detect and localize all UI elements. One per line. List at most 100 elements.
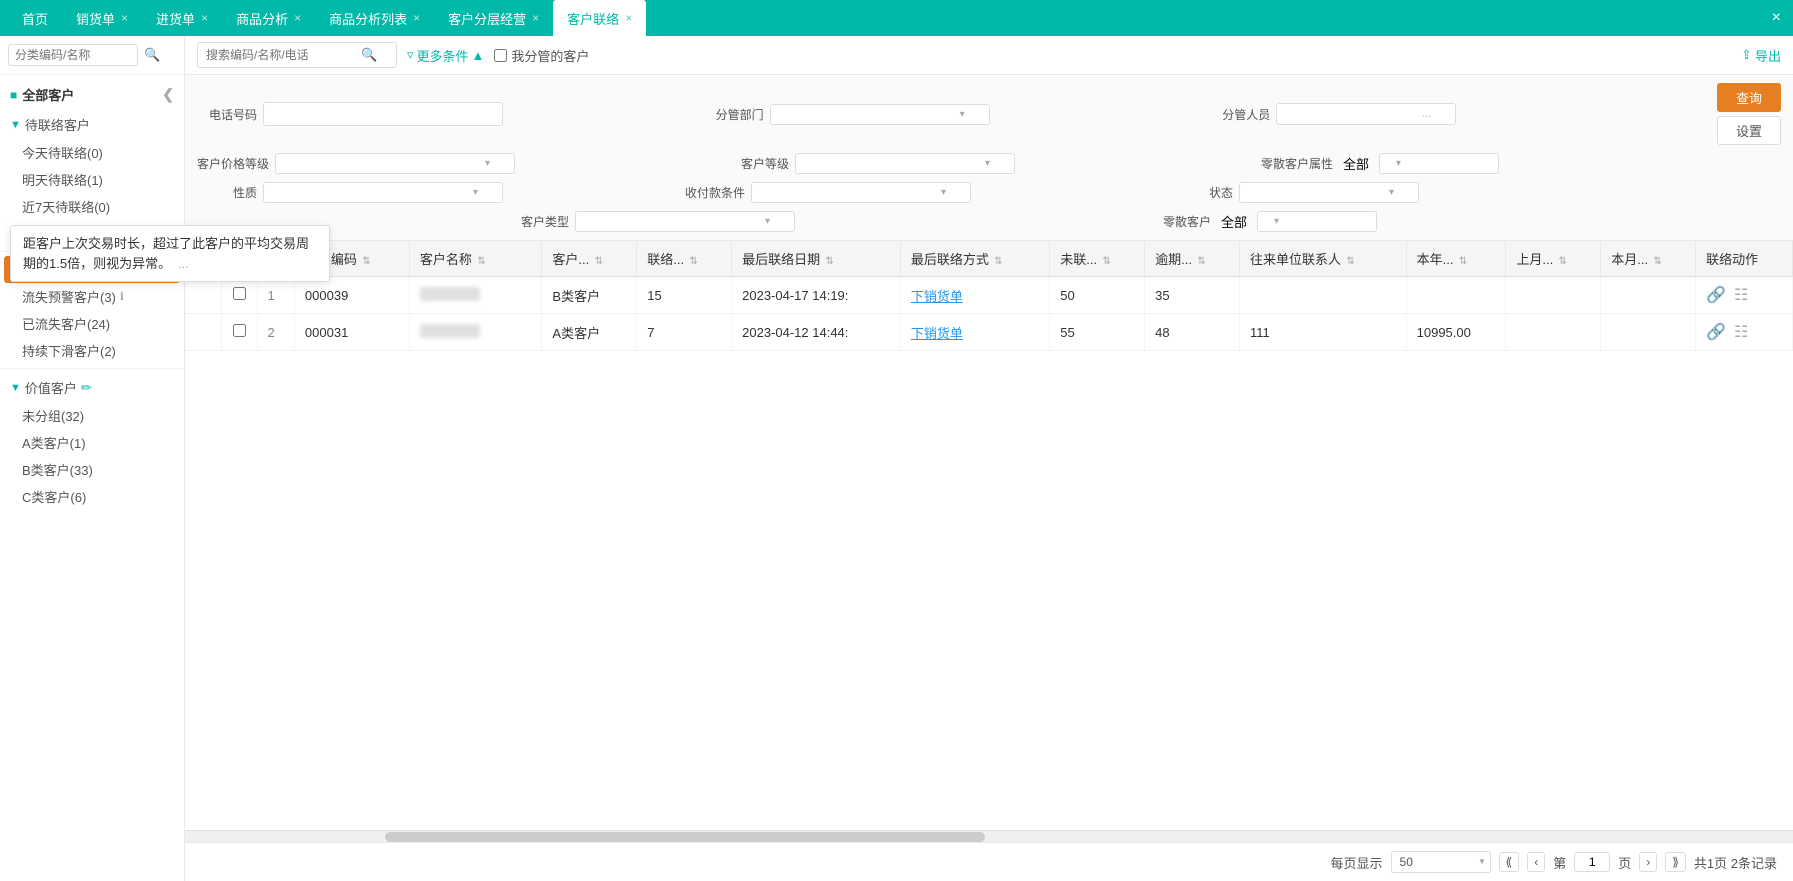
last-way-sort-icon: ⇅ [994,256,1002,267]
th-not-contact[interactable]: 未联... ⇅ [1050,241,1145,277]
per-page-select[interactable]: 50 100 200 [1391,851,1491,873]
info-icon-2: ℹ [120,290,124,303]
sidebar-item-7days[interactable]: 近7天待联络(0) [0,193,184,220]
nav-home[interactable]: 首页 [8,0,62,36]
th-last-way[interactable]: 最后联络方式 ⇅ [900,241,1049,277]
grid-icon-2[interactable]: ☷ [1734,322,1748,342]
tree-divider-2 [0,368,184,369]
nav-customer-contact[interactable]: 客户联络 × [553,0,646,36]
td-contact-1: 15 [637,277,732,314]
link-icon-2[interactable]: 🔗 [1706,322,1726,342]
td-checkbox-1[interactable] [221,277,257,314]
th-last-month[interactable]: 上月... ⇅ [1506,241,1601,277]
sidebar-item-churned[interactable]: 已流失客户(24) [0,310,184,337]
dept-select[interactable]: ▾ [770,104,990,125]
td-checkbox-2[interactable] [221,314,257,351]
nature-chevron: ▾ [473,187,478,198]
sidebar-item-today[interactable]: 今天待联络(0) [0,139,184,166]
cust-grade-select[interactable]: ▾ [795,153,1015,174]
prev-page-btn[interactable]: ‹ [1527,852,1545,872]
status-chevron: ▾ [1389,187,1394,198]
nav-sales-order[interactable]: 销货单 × [62,0,142,36]
nav-purchase-order[interactable]: 进货单 × [142,0,222,36]
collapse-sidebar-icon[interactable]: ❮ [162,86,174,103]
horizontal-scrollbar[interactable] [185,830,1793,842]
name-sort-icon: ⇅ [477,256,485,267]
nav-product-analysis-list[interactable]: 商品分析列表 × [315,0,434,36]
next-page-btn[interactable]: › [1639,852,1657,872]
nature-select[interactable]: ▾ [263,182,503,203]
category-search-input[interactable] [8,44,138,66]
close-all-tabs[interactable]: × [1772,9,1781,27]
link-icon-1[interactable]: 🔗 [1706,285,1726,305]
filter-row-1: 电话号码 分管部门 ▾ 分管人员 ... [197,83,1781,145]
th-contact-person[interactable]: 往来单位联系人 ⇅ [1239,241,1406,277]
th-last-date[interactable]: 最后联络日期 ⇅ [732,241,901,277]
th-this-year[interactable]: 本年... ⇅ [1406,241,1506,277]
sidebar-item-ungrouped[interactable]: 未分组(32) [0,402,184,429]
sidebar-item-churn-warning[interactable]: 流失预警客户(3) ℹ [0,283,184,310]
first-page-btn[interactable]: ⟪ [1499,852,1520,872]
page-input[interactable] [1574,852,1610,872]
th-contact[interactable]: 联络... ⇅ [637,241,732,277]
td-this-month-1 [1601,277,1696,314]
nature-label: 性质 [197,184,257,201]
edit-icon[interactable]: ✏ [81,380,92,396]
retail-attr-select[interactable]: ▾ [1379,153,1499,174]
main-search-icon[interactable]: 🔍 [361,47,377,63]
th-this-month[interactable]: 本月... ⇅ [1601,241,1696,277]
table-header-row: ⚙ 客户编码 ⇅ 客户名称 ⇅ [185,241,1793,277]
sidebar-item-tomorrow[interactable]: 明天待联络(1) [0,166,184,193]
sidebar-section-value[interactable]: ▼ 价值客户 ✏ [0,373,184,402]
grid-icon-1[interactable]: ☷ [1734,285,1748,305]
cust-type-select[interactable]: ▾ [575,211,795,232]
last-page-btn[interactable]: ⟫ [1665,852,1686,872]
manager-select[interactable]: ... [1276,103,1456,125]
sidebar-section-waiting[interactable]: ▼ 待联络客户 [0,110,184,139]
td-num-1: 1 [257,277,294,314]
manager-more-icon[interactable]: ... [1422,108,1431,120]
query-button[interactable]: 查询 [1717,83,1781,112]
my-customers-checkbox[interactable]: 我分管的客户 [494,46,589,65]
close-purchase-order[interactable]: × [201,11,208,25]
close-product-analysis-list[interactable]: × [413,11,420,25]
cust-type-label: 客户类型 [509,213,569,230]
close-sales-order[interactable]: × [121,11,128,25]
td-code-1: 000039 [294,277,409,314]
manager-label: 分管人员 [1210,106,1270,123]
status-select[interactable]: ▾ [1239,182,1419,203]
chevron-up-icon: ▲ [472,48,485,63]
th-action: 联络动作 [1696,241,1793,277]
phone-input[interactable] [263,102,503,126]
close-customer-tier[interactable]: × [532,11,539,25]
sidebar-item-a-class[interactable]: A类客户(1) [0,429,184,456]
sidebar-item-c-class[interactable]: C类客户(6) [0,483,184,510]
row2-checkbox[interactable] [233,324,246,337]
retail-cust-select[interactable]: ▾ [1257,211,1377,232]
sidebar-all-customers[interactable]: ■ 全部客户 ❮ [0,79,184,110]
row1-checkbox[interactable] [233,287,246,300]
export-button[interactable]: ⇪ 导出 [1741,46,1781,65]
payment-select[interactable]: ▾ [751,182,971,203]
total-label: 共1页 2条记录 [1694,853,1777,872]
my-customers-check[interactable] [494,49,507,62]
more-conditions-btn[interactable]: ▿ 更多条件 ▲ [407,46,484,65]
sidebar-item-declining[interactable]: 持续下滑客户(2) [0,337,184,364]
th-overdue[interactable]: 逾期... ⇅ [1145,241,1240,277]
main-search-input[interactable] [206,48,361,62]
nav-customer-tier[interactable]: 客户分层经营 × [434,0,553,36]
scrollbar-thumb[interactable] [385,832,985,842]
filter-action-btns: 查询 设置 [1717,83,1781,145]
settings-button[interactable]: 设置 [1717,116,1781,145]
nav-product-analysis[interactable]: 商品分析 × [222,0,315,36]
th-type[interactable]: 客户... ⇅ [542,241,637,277]
sidebar-tree: ■ 全部客户 ❮ ▼ 待联络客户 今天待联络(0) 明天待联络(1) 近7天待联… [0,75,184,881]
close-product-analysis[interactable]: × [294,11,301,25]
filter-retail-cust: 零散客户 全部 ▾ [1151,211,1781,232]
th-name[interactable]: 客户名称 ⇅ [409,241,542,277]
category-search-icon[interactable]: 🔍 [144,47,160,63]
price-grade-select[interactable]: ▾ [275,153,515,174]
close-customer-contact[interactable]: × [625,11,632,25]
td-last-way-2: 下销货单 [900,314,1049,351]
sidebar-item-b-class[interactable]: B类客户(33) [0,456,184,483]
